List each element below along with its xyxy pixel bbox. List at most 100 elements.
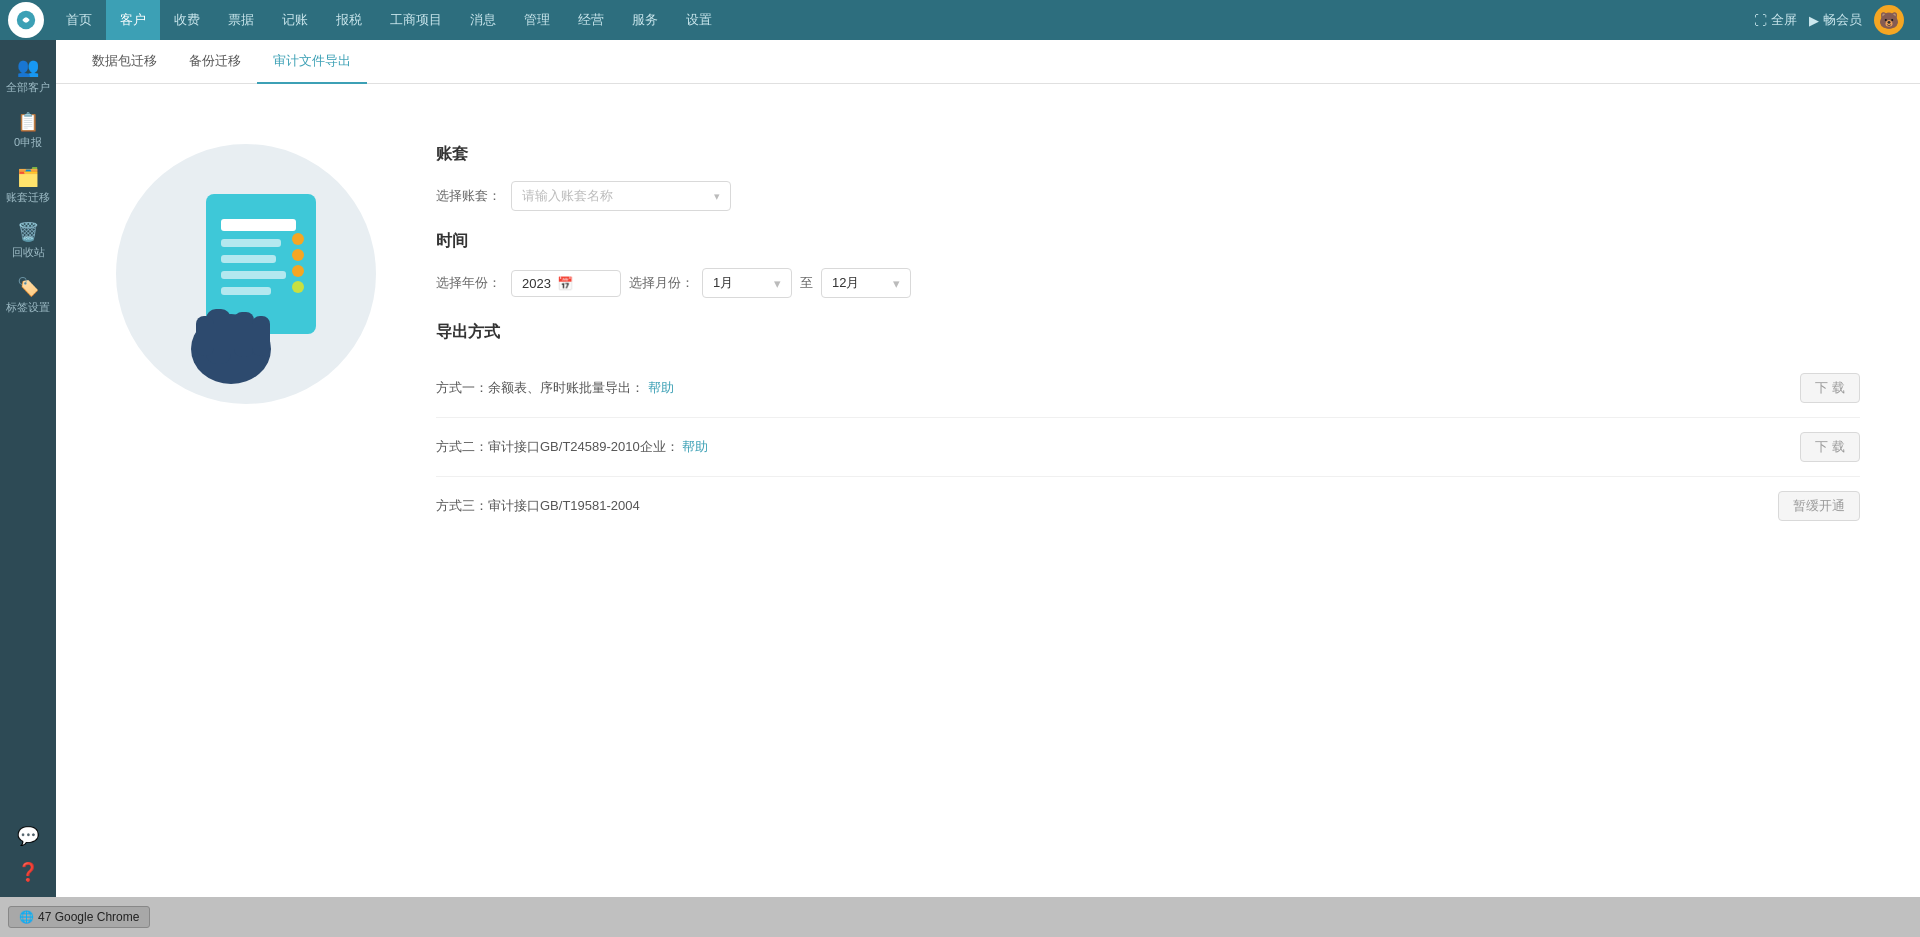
- month-start-value: 1月: [713, 274, 733, 292]
- fullscreen-button[interactable]: ⛶ 全屏: [1754, 11, 1797, 29]
- month-start-arrow-icon: ▾: [774, 276, 781, 291]
- video-icon: ▶: [1809, 13, 1819, 28]
- export-section-title: 导出方式: [436, 322, 1860, 343]
- export-method-3-open-button[interactable]: 暂缓开通: [1778, 491, 1860, 521]
- svg-point-8: [292, 249, 304, 261]
- export-section: 导出方式 方式一：余额表、序时账批量导出： 帮助 下 载 方式二：审计接口GB/…: [436, 322, 1860, 535]
- sidebar-item-help[interactable]: ❓: [1, 853, 55, 889]
- export-method-1-row: 方式一：余额表、序时账批量导出： 帮助 下 载: [436, 359, 1860, 418]
- account-select-placeholder: 请输入账套名称: [522, 187, 613, 205]
- sidebar-item-zero-declare[interactable]: 📋 0申报: [1, 103, 55, 158]
- sidebar-label-recycle: 回收站: [12, 245, 45, 260]
- form-area: 账套 选择账套： 请输入账套名称 ▾ 时间 选择年份： 2023 📅: [436, 124, 1860, 857]
- month-start-select[interactable]: 1月 ▾: [702, 268, 792, 298]
- illustration-area: [116, 124, 376, 857]
- taskbar: 🌐 47 Google Chrome: [0, 897, 1920, 937]
- year-label: 选择年份：: [436, 274, 501, 292]
- export-method-1-label: 方式一：余额表、序时账批量导出： 帮助: [436, 379, 674, 397]
- nav-service[interactable]: 服务: [618, 0, 672, 40]
- sidebar-label-migration: 账套迁移: [6, 190, 50, 205]
- export-method-1-text: 方式一：余额表、序时账批量导出：: [436, 380, 644, 395]
- sidebar-item-chat[interactable]: 💬: [1, 817, 55, 853]
- top-navigation: 首页 客户 收费 票据 记账 报税 工商项目 消息 管理 经营 服务 设置 ⛶ …: [0, 0, 1920, 40]
- export-method-2-download-button[interactable]: 下 载: [1800, 432, 1860, 462]
- sidebar-item-recycle[interactable]: 🗑️ 回收站: [1, 213, 55, 268]
- sidebar: 👥 全部客户 📋 0申报 🗂️ 账套迁移 🗑️ 回收站 🏷️ 标签设置 💬 ❓: [0, 40, 56, 897]
- export-method-2-text: 方式二：审计接口GB/T24589-2010企业：: [436, 439, 679, 454]
- year-input[interactable]: 2023 📅: [511, 270, 621, 297]
- tab-audit-export[interactable]: 审计文件导出: [257, 40, 367, 84]
- time-separator: 至: [800, 274, 813, 292]
- illustration-circle: [116, 144, 376, 404]
- illustration-svg: [146, 164, 346, 384]
- nav-management[interactable]: 管理: [510, 0, 564, 40]
- month-end-value: 12月: [832, 274, 859, 292]
- nav-message[interactable]: 消息: [456, 0, 510, 40]
- avatar[interactable]: 🐻: [1874, 5, 1904, 35]
- time-section-title: 时间: [436, 231, 1860, 252]
- fullscreen-label: 全屏: [1771, 11, 1797, 29]
- trash-icon: 🗑️: [17, 223, 39, 241]
- nav-settings[interactable]: 设置: [672, 0, 726, 40]
- member-button[interactable]: ▶ 畅会员: [1809, 11, 1862, 29]
- nav-billing[interactable]: 收费: [160, 0, 214, 40]
- export-method-1-download-button[interactable]: 下 载: [1800, 373, 1860, 403]
- migration-icon: 🗂️: [17, 168, 39, 186]
- declare-icon: 📋: [17, 113, 39, 131]
- month-end-arrow-icon: ▾: [893, 276, 900, 291]
- svg-point-7: [292, 233, 304, 245]
- svg-rect-14: [234, 312, 254, 357]
- sidebar-bottom: 💬 ❓: [0, 817, 56, 897]
- tab-data-migration[interactable]: 数据包迁移: [76, 40, 173, 84]
- dropdown-arrow-icon: ▾: [714, 190, 720, 203]
- sidebar-label-all-customers: 全部客户: [6, 80, 50, 95]
- nav-items: 首页 客户 收费 票据 记账 报税 工商项目 消息 管理 经营 服务 设置: [52, 0, 1754, 40]
- nav-bookkeeping[interactable]: 记账: [268, 0, 322, 40]
- content-area: 数据包迁移 备份迁移 审计文件导出: [56, 40, 1920, 897]
- svg-rect-15: [252, 316, 270, 356]
- tag-icon: 🏷️: [17, 278, 39, 296]
- sidebar-item-migration[interactable]: 🗂️ 账套迁移: [1, 158, 55, 213]
- tab-bar: 数据包迁移 备份迁移 审计文件导出: [56, 40, 1920, 84]
- chat-icon: 💬: [17, 827, 39, 845]
- svg-point-9: [292, 265, 304, 277]
- svg-rect-4: [221, 255, 276, 263]
- export-method-3-text: 方式三：审计接口GB/T19581-2004: [436, 498, 640, 513]
- account-select-dropdown[interactable]: 请输入账套名称 ▾: [511, 181, 731, 211]
- help-icon: ❓: [17, 863, 39, 881]
- taskbar-chrome-label: 47 Google Chrome: [38, 910, 139, 924]
- nav-customer[interactable]: 客户: [106, 0, 160, 40]
- export-method-1-help-link[interactable]: 帮助: [648, 380, 674, 395]
- taskbar-chrome[interactable]: 🌐 47 Google Chrome: [8, 906, 150, 928]
- sidebar-item-tag-settings[interactable]: 🏷️ 标签设置: [1, 268, 55, 323]
- people-icon: 👥: [17, 58, 39, 76]
- date-row: 2023 📅 选择月份： 1月 ▾ 至 12月 ▾: [511, 268, 911, 298]
- nav-tax[interactable]: 报税: [322, 0, 376, 40]
- sidebar-item-all-customers[interactable]: 👥 全部客户: [1, 48, 55, 103]
- svg-rect-6: [221, 287, 271, 295]
- nav-operation[interactable]: 经营: [564, 0, 618, 40]
- nav-home[interactable]: 首页: [52, 0, 106, 40]
- sidebar-label-tag-settings: 标签设置: [6, 300, 50, 315]
- main-layout: 👥 全部客户 📋 0申报 🗂️ 账套迁移 🗑️ 回收站 🏷️ 标签设置 💬 ❓: [0, 40, 1920, 897]
- sidebar-label-zero-declare: 0申报: [14, 135, 42, 150]
- tab-backup-migration[interactable]: 备份迁移: [173, 40, 257, 84]
- account-section-title: 账套: [436, 144, 1860, 165]
- app-logo: [8, 2, 44, 38]
- export-method-3-row: 方式三：审计接口GB/T19581-2004 暂缓开通: [436, 477, 1860, 535]
- month-label: 选择月份：: [629, 274, 694, 292]
- member-label: 畅会员: [1823, 11, 1862, 29]
- nav-invoice[interactable]: 票据: [214, 0, 268, 40]
- export-method-2-row: 方式二：审计接口GB/T24589-2010企业： 帮助 下 载: [436, 418, 1860, 477]
- export-method-3-label: 方式三：审计接口GB/T19581-2004: [436, 497, 640, 515]
- export-method-2-help-link[interactable]: 帮助: [682, 439, 708, 454]
- top-nav-right: ⛶ 全屏 ▶ 畅会员 🐻: [1754, 5, 1904, 35]
- nav-business[interactable]: 工商项目: [376, 0, 456, 40]
- account-select-row: 选择账套： 请输入账套名称 ▾: [436, 181, 1860, 211]
- page-content: 账套 选择账套： 请输入账套名称 ▾ 时间 选择年份： 2023 📅: [56, 84, 1920, 897]
- chrome-icon: 🌐: [19, 910, 34, 924]
- month-end-select[interactable]: 12月 ▾: [821, 268, 911, 298]
- year-value: 2023: [522, 276, 551, 291]
- svg-rect-5: [221, 271, 286, 279]
- export-method-2-label: 方式二：审计接口GB/T24589-2010企业： 帮助: [436, 438, 708, 456]
